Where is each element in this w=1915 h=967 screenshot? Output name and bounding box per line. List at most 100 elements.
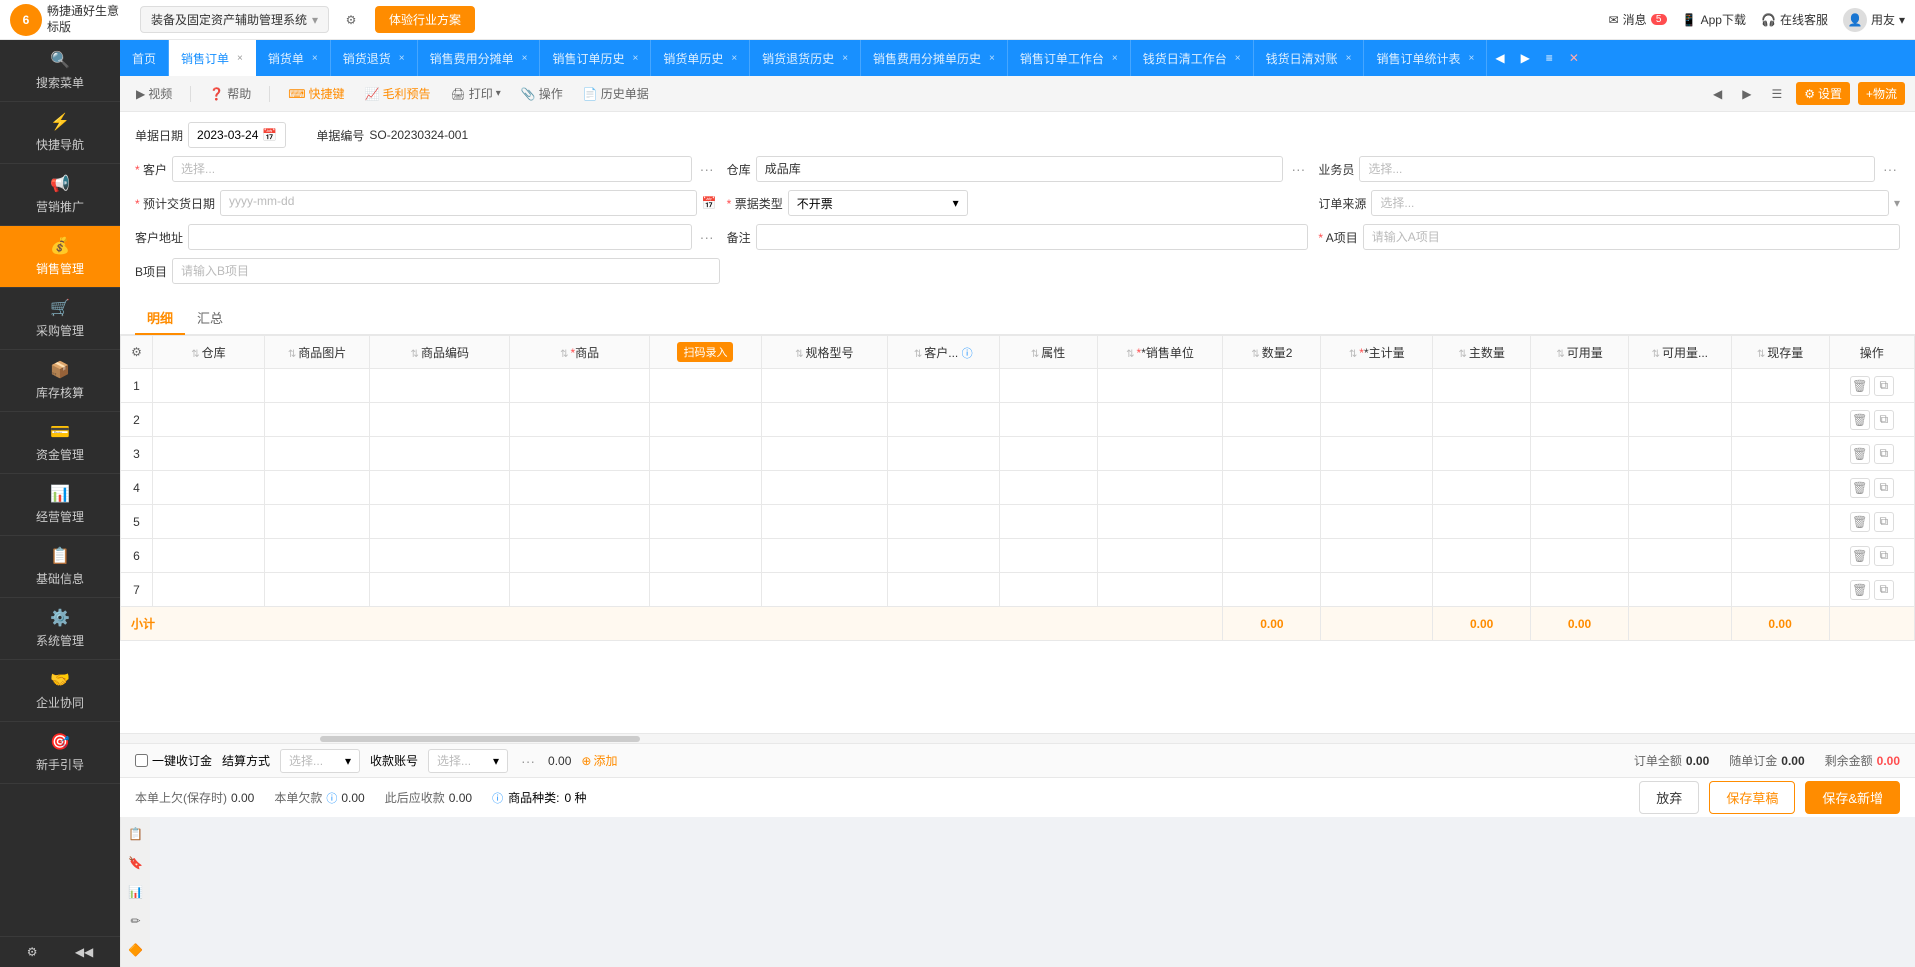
row-spec-1[interactable] (761, 369, 887, 403)
payment-method-select[interactable]: 选择... ▾ (280, 749, 360, 773)
row-current-1[interactable] (1731, 369, 1829, 403)
row-code-4[interactable] (370, 471, 510, 505)
tab-menu-btn[interactable]: ≡ (1538, 40, 1561, 76)
copy-row-btn[interactable]: ⧉ (1874, 512, 1894, 532)
col-code[interactable]: ⇅商品编码 (370, 336, 510, 369)
col-image[interactable]: ⇅商品图片 (264, 336, 369, 369)
discard-btn[interactable]: 放弃 (1639, 781, 1699, 814)
row-qty2-7[interactable] (1223, 573, 1321, 607)
one-click-payment-cb[interactable]: 一键收订金 (135, 752, 212, 769)
customer-input[interactable]: 选择... (172, 156, 692, 182)
col-customer-code[interactable]: ⇅客户... ⓘ (887, 336, 999, 369)
toolbar-video-btn[interactable]: ▶ 视频 (130, 82, 178, 105)
row-current-2[interactable] (1731, 403, 1829, 437)
sidebar-item-system[interactable]: ⚙️ 系统管理 (0, 598, 120, 660)
col-scan[interactable]: 扫码录入 (650, 336, 762, 369)
row-product-3[interactable] (510, 437, 650, 471)
row-mainunit-5[interactable] (1321, 505, 1433, 539)
save-draft-btn[interactable]: 保存草稿 (1709, 781, 1795, 814)
row-mainunit-7[interactable] (1321, 573, 1433, 607)
row-image-2[interactable] (264, 403, 369, 437)
row-qty2-5[interactable] (1223, 505, 1321, 539)
row-qty2-3[interactable] (1223, 437, 1321, 471)
row-product-1[interactable] (510, 369, 650, 403)
industry-btn[interactable]: 体验行业方案 (375, 6, 475, 33)
tab-order-workbench[interactable]: 销售订单工作台 × (1008, 40, 1131, 76)
col-settings[interactable]: ⚙ (121, 336, 153, 369)
row-unit-1[interactable] (1097, 369, 1223, 403)
row-code-6[interactable] (370, 539, 510, 573)
scan-btn[interactable]: 扫码录入 (677, 342, 733, 362)
row-current-5[interactable] (1731, 505, 1829, 539)
delivery-input[interactable]: yyyy-mm-dd (220, 190, 697, 216)
row-spec-6[interactable] (761, 539, 887, 573)
row-avail2-4[interactable] (1628, 471, 1731, 505)
row-warehouse-1[interactable] (153, 369, 265, 403)
row-attr-5[interactable] (999, 505, 1097, 539)
col-current[interactable]: ⇅现存量 (1731, 336, 1829, 369)
col-unit[interactable]: ⇅**销售单位 (1097, 336, 1223, 369)
tab-close-icon[interactable]: × (522, 53, 528, 64)
row-unit-7[interactable] (1097, 573, 1223, 607)
row-custcode-5[interactable] (887, 505, 999, 539)
row-custcode-6[interactable] (887, 539, 999, 573)
row-mainqty-3[interactable] (1433, 437, 1531, 471)
tab-close-icon[interactable]: × (989, 53, 995, 64)
tab-sales-return[interactable]: 销货退货 × (331, 40, 418, 76)
toolbar-help-btn[interactable]: ❓ 帮助 (203, 82, 257, 105)
row-warehouse-7[interactable] (153, 573, 265, 607)
row-avail-4[interactable] (1531, 471, 1629, 505)
sidebar-item-basicinfo[interactable]: 📋 基础信息 (0, 536, 120, 598)
warehouse-ellipsis-btn[interactable]: ··· (1288, 161, 1308, 177)
account-ellipsis-btn[interactable]: ··· (518, 753, 538, 769)
copy-row-btn[interactable]: ⧉ (1874, 444, 1894, 464)
staff-input[interactable]: 选择... (1359, 156, 1875, 182)
row-scan-6[interactable] (650, 539, 762, 573)
row-avail2-5[interactable] (1628, 505, 1731, 539)
row-qty2-6[interactable] (1223, 539, 1321, 573)
order-source-input[interactable]: 选择... (1371, 190, 1889, 216)
tab-sales-order[interactable]: 销售订单 × (169, 40, 256, 76)
tab-home[interactable]: 首页 (120, 40, 169, 76)
row-avail2-2[interactable] (1628, 403, 1731, 437)
tab-close-icon[interactable]: × (632, 53, 638, 64)
add-payment-btn[interactable]: ⊕ 添加 (581, 752, 617, 769)
toolbar-history-btn[interactable]: 📄 历史单据 (577, 82, 655, 105)
delete-row-btn[interactable]: 🗑 (1850, 512, 1870, 532)
row-code-2[interactable] (370, 403, 510, 437)
toolbar-profit-btn[interactable]: 📈 毛利预告 (359, 82, 437, 105)
copy-row-btn[interactable]: ⧉ (1874, 376, 1894, 396)
delete-row-btn[interactable]: 🗑 (1850, 376, 1870, 396)
row-code-5[interactable] (370, 505, 510, 539)
row-mainunit-2[interactable] (1321, 403, 1433, 437)
row-image-7[interactable] (264, 573, 369, 607)
row-attr-3[interactable] (999, 437, 1097, 471)
row-qty2-4[interactable] (1223, 471, 1321, 505)
prev-record-btn[interactable]: ◀ (1707, 82, 1728, 105)
row-scan-3[interactable] (650, 437, 762, 471)
row-mainqty-1[interactable] (1433, 369, 1531, 403)
col-available2[interactable]: ⇅可用量... (1628, 336, 1731, 369)
row-code-7[interactable] (370, 573, 510, 607)
settings-icon[interactable]: ⚙ (337, 6, 365, 34)
table-container[interactable]: ⚙ ⇅仓库 ⇅商品图片 ⇅商品编码 (120, 335, 1915, 733)
row-mainunit-3[interactable] (1321, 437, 1433, 471)
row-avail2-7[interactable] (1628, 573, 1731, 607)
row-unit-3[interactable] (1097, 437, 1223, 471)
row-product-2[interactable] (510, 403, 650, 437)
row-mainqty-7[interactable] (1433, 573, 1531, 607)
tab-order-history[interactable]: 销售订单历史 × (540, 40, 651, 76)
sidebar-item-shortcut[interactable]: ⚡ 快捷导航 (0, 102, 120, 164)
row-mainqty-6[interactable] (1433, 539, 1531, 573)
sidebar-collapse-btn[interactable]: ◀◀ (75, 945, 93, 959)
online-service-btn[interactable]: 🎧 在线客服 (1761, 11, 1828, 28)
row-product-7[interactable] (510, 573, 650, 607)
tab-close-all-btn[interactable]: ✕ (1561, 40, 1587, 76)
copy-row-btn[interactable]: ⧉ (1874, 478, 1894, 498)
copy-row-btn[interactable]: ⧉ (1874, 580, 1894, 600)
settings-panel-btn[interactable]: ⚙ 设置 (1796, 82, 1850, 105)
customer-ellipsis-btn[interactable]: ··· (697, 161, 717, 177)
row-attr-1[interactable] (999, 369, 1097, 403)
payment-checkbox-input[interactable] (135, 754, 148, 767)
delete-row-btn[interactable]: 🗑 (1850, 580, 1870, 600)
